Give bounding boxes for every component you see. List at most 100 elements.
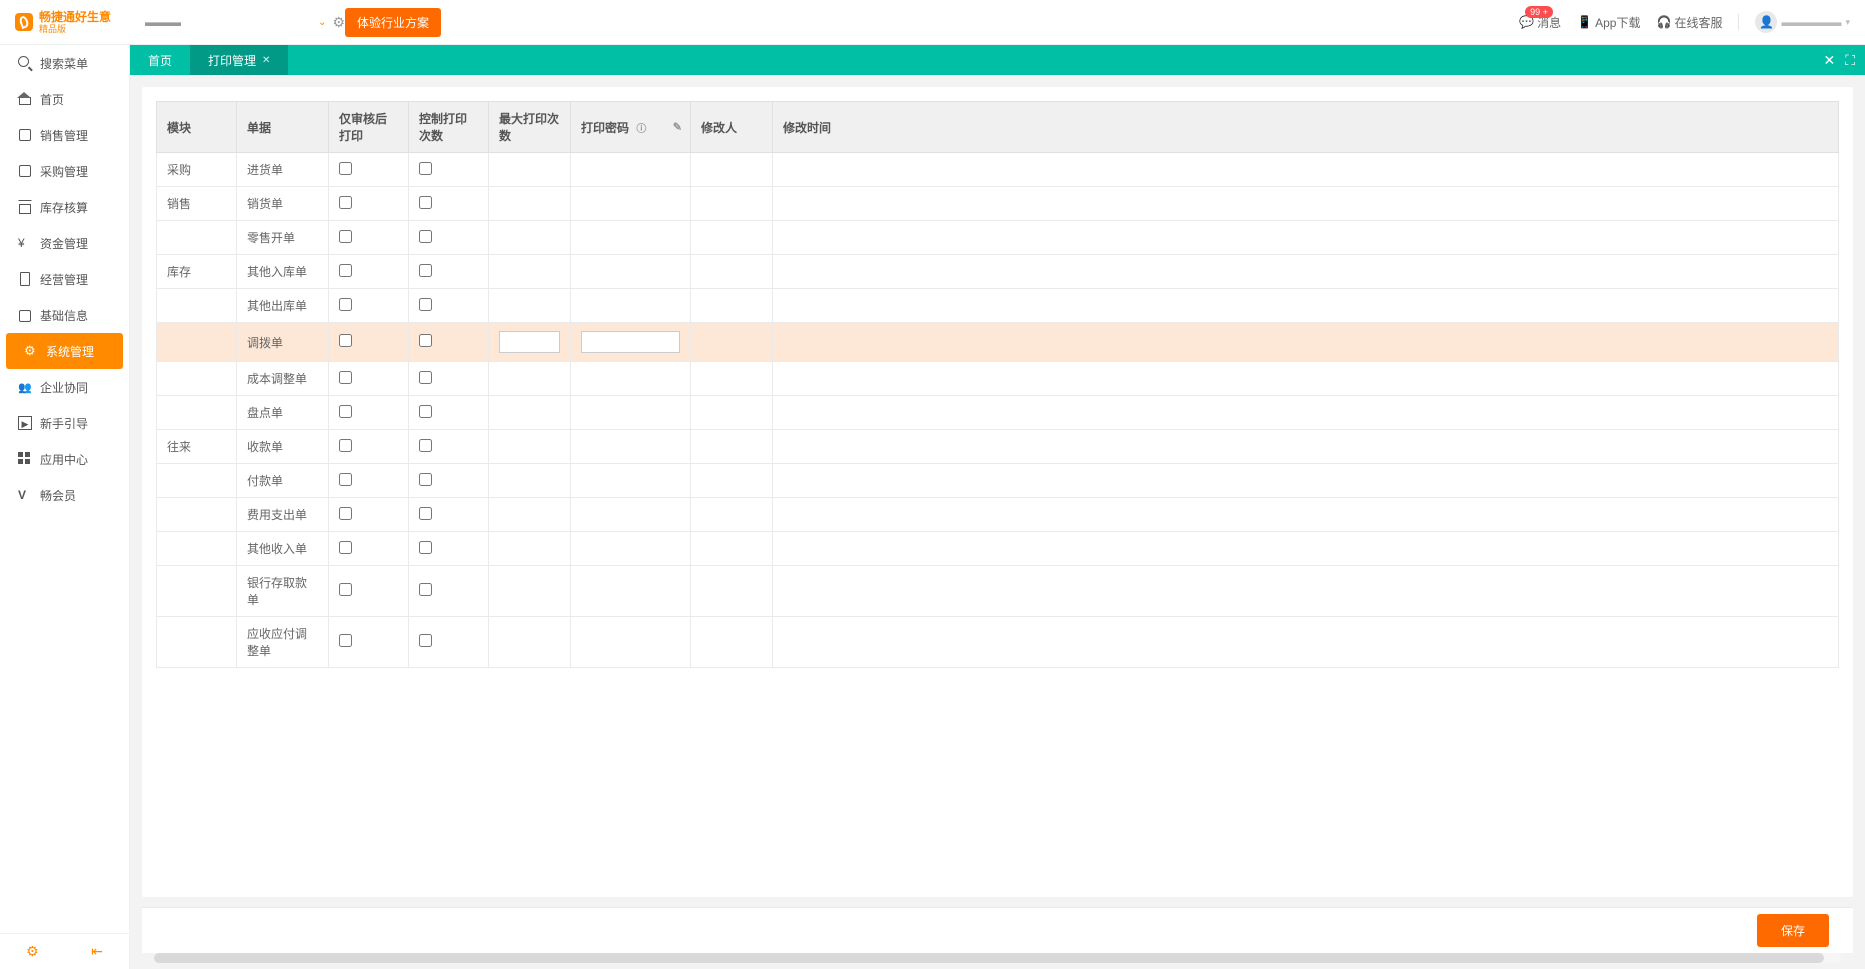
password-input[interactable] [581, 331, 680, 353]
search-icon [18, 56, 32, 70]
collapse-icon[interactable]: ⇤ [91, 943, 103, 960]
checkbox-audit-only[interactable] [339, 230, 352, 243]
sidebar-item-4[interactable]: 库存核算 [0, 189, 129, 225]
checkbox-control-count[interactable] [419, 196, 432, 209]
sidebar-item-5[interactable]: 资金管理 [0, 225, 129, 261]
tenant-selector[interactable]: ▬▬▬ ⌄ ⚙ [145, 14, 345, 31]
team-icon [18, 380, 32, 394]
checkbox-control-count[interactable] [419, 230, 432, 243]
sidebar-item-label: 搜索菜单 [40, 55, 88, 72]
cell-modified-time [773, 289, 1839, 323]
checkbox-control-count[interactable] [419, 405, 432, 418]
cell-doc: 付款单 [237, 464, 329, 498]
cell-max-count [489, 187, 571, 221]
checkbox-control-count[interactable] [419, 298, 432, 311]
sidebar-item-3[interactable]: 采购管理 [0, 153, 129, 189]
cell-max-count [489, 362, 571, 396]
sidebar-item-11[interactable]: 应用中心 [0, 441, 129, 477]
cell-modifier [691, 187, 773, 221]
checkbox-audit-only[interactable] [339, 583, 352, 596]
th-modified-time: 修改时间 [773, 102, 1839, 153]
checkbox-audit-only[interactable] [339, 162, 352, 175]
cell-modifier [691, 289, 773, 323]
cell-audit-only [329, 289, 409, 323]
checkbox-control-count[interactable] [419, 507, 432, 520]
sidebar-item-8[interactable]: 系统管理 [6, 333, 123, 369]
checkbox-audit-only[interactable] [339, 405, 352, 418]
table-row: 其他出库单 [157, 289, 1839, 323]
top-right-group: 99 + 消息 App下载 在线客服 👤 ▬▬▬▬▬ ▾ [1519, 11, 1850, 33]
cell-audit-only [329, 323, 409, 362]
tab-home[interactable]: 首页 [130, 45, 190, 75]
checkbox-audit-only[interactable] [339, 634, 352, 647]
cell-modifier [691, 566, 773, 617]
checkbox-control-count[interactable] [419, 334, 432, 347]
cell-modifier [691, 221, 773, 255]
sidebar-item-7[interactable]: 基础信息 [0, 297, 129, 333]
cell-max-count [489, 464, 571, 498]
checkbox-control-count[interactable] [419, 541, 432, 554]
tab-close-all-icon[interactable]: ✕ [1823, 52, 1835, 69]
gear-icon[interactable]: ⚙ [332, 14, 345, 31]
messages-link[interactable]: 99 + 消息 [1519, 14, 1561, 31]
checkbox-audit-only[interactable] [339, 439, 352, 452]
cell-modified-time [773, 187, 1839, 221]
tab-print-management[interactable]: 打印管理 ✕ [190, 45, 288, 75]
sidebar-item-10[interactable]: 新手引导 [0, 405, 129, 441]
checkbox-control-count[interactable] [419, 473, 432, 486]
checkbox-control-count[interactable] [419, 162, 432, 175]
horizontal-scrollbar[interactable] [154, 953, 1841, 963]
table-row: 费用支出单 [157, 498, 1839, 532]
online-service-label: 在线客服 [1674, 14, 1722, 31]
checkbox-audit-only[interactable] [339, 298, 352, 311]
divider [1738, 14, 1739, 30]
checkbox-control-count[interactable] [419, 264, 432, 277]
sidebar-item-label: 应用中心 [40, 451, 88, 468]
cell-module [157, 617, 237, 668]
fullscreen-icon[interactable]: ⛶ [1845, 52, 1855, 69]
cell-control-count [409, 221, 489, 255]
save-button[interactable]: 保存 [1757, 914, 1829, 947]
cell-modifier [691, 617, 773, 668]
checkbox-control-count[interactable] [419, 634, 432, 647]
sidebar-item-0[interactable]: 搜索菜单 [0, 45, 129, 81]
cell-module [157, 289, 237, 323]
cell-modifier [691, 323, 773, 362]
checkbox-audit-only[interactable] [339, 541, 352, 554]
help-icon[interactable]: ⓘ [636, 124, 646, 135]
max-count-input[interactable] [499, 331, 560, 353]
app-root: 畅捷通好生意 精品版 ▬▬▬ ⌄ ⚙ 体验行业方案 99 + 消息 App下载 [0, 0, 1865, 969]
cell-audit-only [329, 153, 409, 187]
edit-icon[interactable]: ✎ [673, 121, 682, 134]
close-icon[interactable]: ✕ [262, 55, 270, 66]
cell-module [157, 396, 237, 430]
checkbox-audit-only[interactable] [339, 334, 352, 347]
scrollbar-thumb[interactable] [154, 953, 1824, 963]
checkbox-audit-only[interactable] [339, 196, 352, 209]
sidebar-item-9[interactable]: 企业协同 [0, 369, 129, 405]
checkbox-audit-only[interactable] [339, 264, 352, 277]
checkbox-control-count[interactable] [419, 439, 432, 452]
cell-module: 往来 [157, 430, 237, 464]
checkbox-audit-only[interactable] [339, 507, 352, 520]
cell-modified-time [773, 396, 1839, 430]
user-menu[interactable]: 👤 ▬▬▬▬▬ ▾ [1755, 11, 1850, 33]
checkbox-control-count[interactable] [419, 583, 432, 596]
checkbox-audit-only[interactable] [339, 371, 352, 384]
settings-icon[interactable]: ⚙ [26, 943, 39, 960]
checkbox-audit-only[interactable] [339, 473, 352, 486]
chevron-down-icon: ⌄ [318, 17, 326, 28]
industry-solution-button[interactable]: 体验行业方案 [345, 8, 441, 37]
cell-control-count [409, 255, 489, 289]
sidebar-item-12[interactable]: 畅会员 [0, 477, 129, 513]
app-download-link[interactable]: App下载 [1577, 14, 1640, 31]
sidebar-item-1[interactable]: 首页 [0, 81, 129, 117]
sidebar-item-label: 首页 [40, 91, 64, 108]
th-max-count: 最大打印次数 [489, 102, 571, 153]
cell-audit-only [329, 566, 409, 617]
cell-doc: 进货单 [237, 153, 329, 187]
online-service-link[interactable]: 在线客服 [1656, 14, 1722, 31]
checkbox-control-count[interactable] [419, 371, 432, 384]
sidebar-item-6[interactable]: 经营管理 [0, 261, 129, 297]
sidebar-item-2[interactable]: 销售管理 [0, 117, 129, 153]
